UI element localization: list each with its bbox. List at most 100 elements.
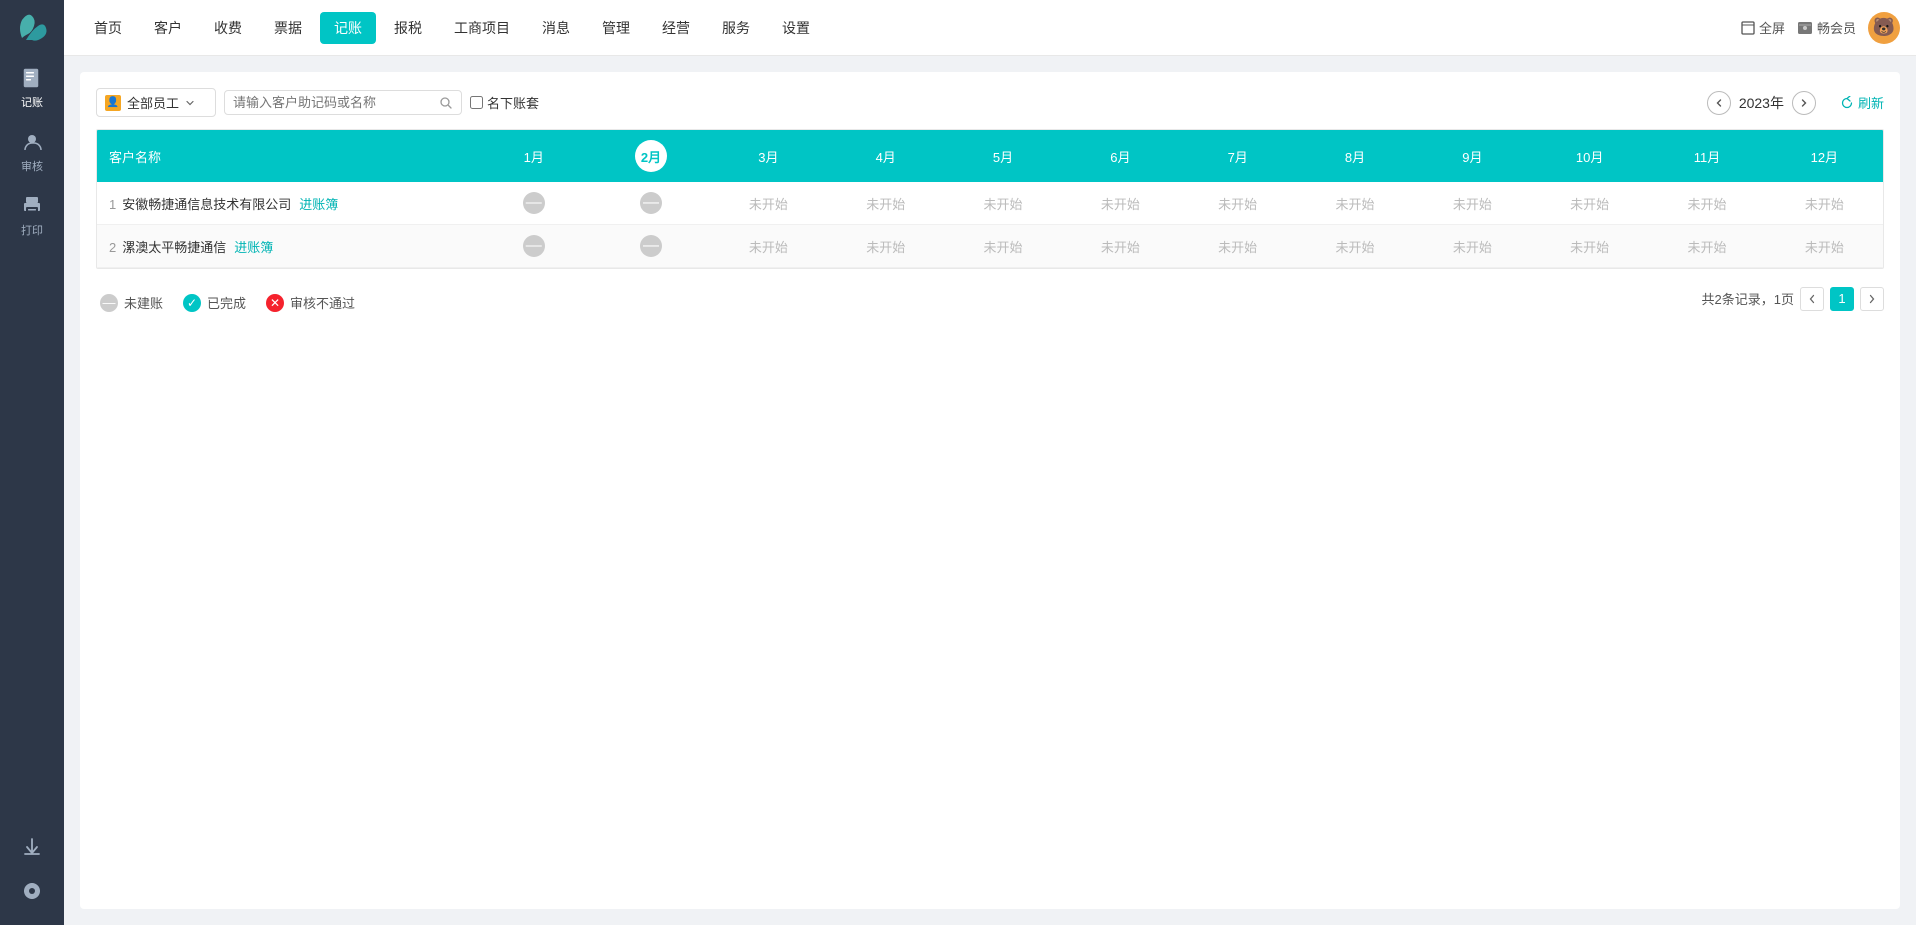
col-header-name: 客户名称 [97,130,475,182]
nav-bookkeeping[interactable]: 记账 [320,12,376,44]
search-input[interactable] [233,95,433,110]
nav-services[interactable]: 服务 [708,12,764,44]
table-row: 2漯澳太平畅捷通信进账簿——未开始未开始未开始未开始未开始未开始未开始未开始未开… [97,225,1883,268]
table-cell-month: 未开始 [710,182,827,225]
account-checkbox-text: 名下账套 [487,93,539,112]
table-cell-month: 未开始 [827,225,944,268]
sidebar-item-audit[interactable]: 审核 [0,120,64,184]
table-cell-month: 未开始 [1179,182,1296,225]
dash-icon: — [640,235,662,257]
col-header-mar: 3月 [710,130,827,182]
page-1-button[interactable]: 1 [1830,287,1854,311]
table-cell-month: 未开始 [1296,182,1413,225]
nav-tax[interactable]: 报税 [380,12,436,44]
vip-label: 畅会员 [1817,18,1856,37]
col-header-dec: 12月 [1766,130,1883,182]
nav-invoices[interactable]: 票据 [260,12,316,44]
legend-rejected: ✕ 审核不通过 [266,293,355,312]
nav-items: 首页 客户 收费 票据 记账 报税 工商项目 消息 管理 经营 服务 设置 [80,12,1741,44]
table-header-row: 客户名称 1月 2月 3月 4月 5月 6月 7月 8月 9月 [97,130,1883,182]
employee-icon: 👤 [105,95,121,111]
table-cell-month: 未开始 [1414,182,1531,225]
accounts-table: 客户名称 1月 2月 3月 4月 5月 6月 7月 8月 9月 [97,130,1883,268]
table-cell-month: 未开始 [1414,225,1531,268]
col-header-jun: 6月 [1062,130,1179,182]
table-cell-month: 未开始 [1062,225,1179,268]
sidebar-item-label-audit: 审核 [21,158,43,174]
legend-complete: ✓ 已完成 [183,293,246,312]
legend-unbuilt: — 未建账 [100,293,163,312]
nav-customers[interactable]: 客户 [140,12,196,44]
nav-business[interactable]: 工商项目 [440,12,524,44]
nav-management[interactable]: 管理 [588,12,644,44]
print-icon [20,194,44,218]
nav-home[interactable]: 首页 [80,12,136,44]
table-cell-month: — [475,225,592,268]
nav-messages[interactable]: 消息 [528,12,584,44]
row-index: 2 [109,240,116,255]
table-cell-month: 未开始 [1296,225,1413,268]
download-icon [20,835,44,859]
table-cell-month: 未开始 [1531,225,1648,268]
table-cell-name: 2漯澳太平畅捷通信进账簿 [97,225,475,268]
fullscreen-button[interactable]: 全屏 [1741,18,1785,37]
table-cell-month: — [475,182,592,225]
search-wrap [224,90,462,115]
chevron-down-icon [185,98,195,108]
page-next-button[interactable] [1860,287,1884,311]
legend-label-complete: 已完成 [207,293,246,312]
page-prev-button[interactable] [1800,287,1824,311]
fullscreen-label: 全屏 [1759,18,1785,37]
sidebar-item-bookkeeping[interactable]: 记账 [0,56,64,120]
table-cell-month: 未开始 [1648,225,1765,268]
col-header-sep: 9月 [1414,130,1531,182]
client-name: 安徽畅捷通信息技术有限公司 [122,197,291,212]
table-cell-month: 未开始 [1766,182,1883,225]
legend-label-rejected: 审核不通过 [290,293,355,312]
col-header-feb: 2月 [592,130,709,182]
account-checkbox[interactable] [470,96,483,109]
table-cell-month: 未开始 [1648,182,1765,225]
refresh-icon [1840,96,1854,110]
main-wrapper: 首页 客户 收费 票据 记账 报税 工商项目 消息 管理 经营 服务 设置 全屏 [64,0,1916,925]
sidebar-bottom [0,825,64,925]
refresh-label: 刷新 [1858,93,1884,112]
footer-bar: — 未建账 ✓ 已完成 ✕ 审核不通过 共2条记录，1页 [96,281,1884,316]
toolbar: 👤 全部员工 名下账套 [96,88,1884,117]
year-nav: 2023年 [1707,91,1816,115]
nav-fees[interactable]: 收费 [200,12,256,44]
year-display: 2023年 [1739,93,1784,113]
table-cell-month: 未开始 [1531,182,1648,225]
col-header-nov: 11月 [1648,130,1765,182]
vip-button[interactable]: 畅会员 [1797,18,1856,37]
col-header-oct: 10月 [1531,130,1648,182]
search-icon[interactable] [439,96,453,110]
refresh-button[interactable]: 刷新 [1840,93,1884,112]
active-month-circle: 2月 [635,140,667,172]
sidebar-item-download[interactable] [0,825,64,869]
pagination: 共2条记录，1页 1 [1702,287,1884,311]
audit-icon [20,130,44,154]
dash-icon: — [523,192,545,214]
year-prev-button[interactable] [1707,91,1731,115]
sidebar-logo [0,0,64,56]
sidebar-item-print[interactable]: 打印 [0,184,64,248]
year-next-button[interactable] [1792,91,1816,115]
nav-operations[interactable]: 经营 [648,12,704,44]
col-header-may: 5月 [944,130,1061,182]
sidebar-item-label-bookkeeping: 记账 [21,94,43,110]
sidebar-item-support[interactable] [0,869,64,913]
enter-ledger-link[interactable]: 进账簿 [234,240,273,255]
enter-ledger-link[interactable]: 进账簿 [299,197,338,212]
table-cell-month: 未开始 [944,182,1061,225]
table-cell-month: 未开始 [1179,225,1296,268]
table-cell-name: 1安徽畅捷通信息技术有限公司进账簿 [97,182,475,225]
employee-select[interactable]: 👤 全部员工 [96,88,216,117]
account-checkbox-label[interactable]: 名下账套 [470,93,539,112]
nav-settings[interactable]: 设置 [768,12,824,44]
table-cell-month: 未开始 [827,182,944,225]
total-records: 共2条记录，1页 [1702,289,1794,308]
table-cell-month: 未开始 [710,225,827,268]
dash-icon: — [640,192,662,214]
user-avatar[interactable]: 🐻 [1868,12,1900,44]
